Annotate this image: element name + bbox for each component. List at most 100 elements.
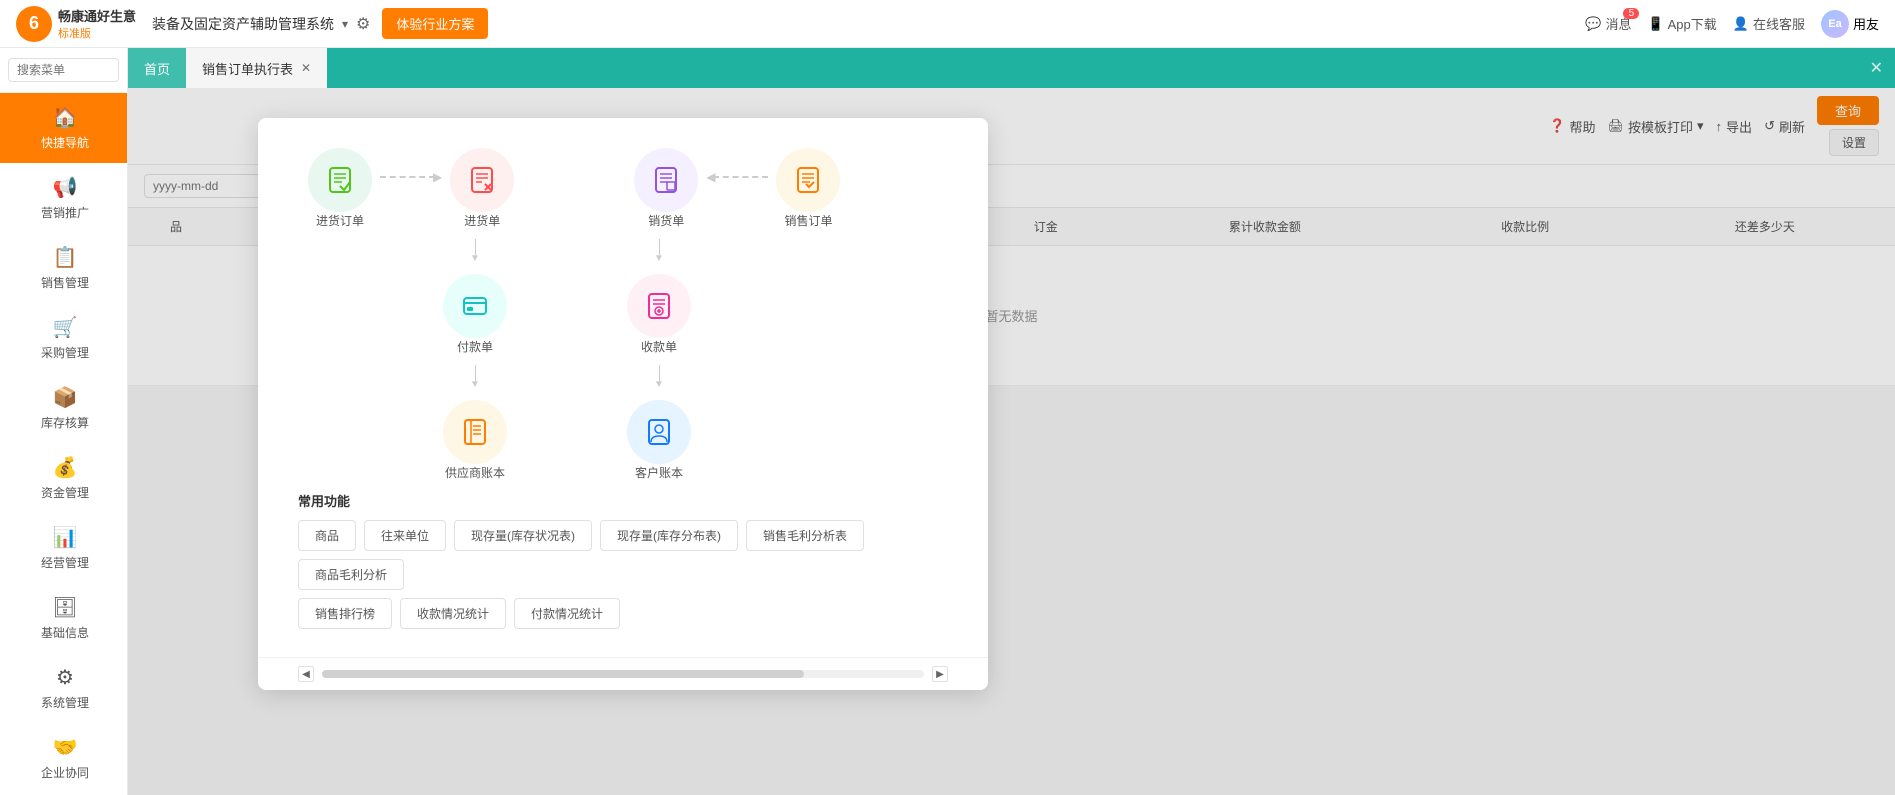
sidebar-item-quick-label: 快捷导航 [41, 134, 89, 151]
sidebar-item-basic[interactable]: 🗄 基础信息 [0, 583, 127, 653]
sales-icon: 📋 [53, 245, 78, 270]
sales-order-icon [776, 148, 840, 212]
sales-bill-icon [634, 148, 698, 212]
payment-label: 付款单 [457, 338, 493, 355]
sidebar-item-system[interactable]: ⚙ 系统管理 [0, 653, 127, 723]
sidebar-item-finance[interactable]: 💰 资金管理 [0, 443, 127, 513]
flow-node-customer-ledger[interactable]: 客户账本 [627, 400, 691, 481]
flow-diagram: 进货订单 ▶ [298, 148, 948, 481]
online-service-label: 在线客服 [1753, 14, 1805, 33]
common-buttons-row2: 销售排行榜 收款情况统计 付款情况统计 [298, 598, 948, 629]
flow-node-payment[interactable]: 付款单 [443, 274, 507, 355]
brand-version: 标准版 [58, 25, 136, 41]
sidebar-item-collab-label: 企业协同 [41, 764, 89, 781]
popup-content: 进货订单 ▶ [258, 118, 988, 657]
popup-scroll: ◀ ▶ [258, 657, 988, 690]
sidebar-item-sales-label: 销售管理 [41, 274, 89, 291]
message-badge: 5 [1623, 8, 1639, 19]
sidebar-item-finance-label: 资金管理 [41, 484, 89, 501]
flow-node-supplier-ledger[interactable]: 供应商账本 [443, 400, 507, 481]
common-btn-product-margin[interactable]: 商品毛利分析 [298, 559, 404, 590]
flow-node-sales-bill[interactable]: 销货单 [634, 148, 698, 229]
common-btn-sales-rank[interactable]: 销售排行榜 [298, 598, 392, 629]
sidebar-item-inventory[interactable]: 📦 库存核算 [0, 373, 127, 443]
sidebar-item-marketing[interactable]: 📢 营销推广 [0, 163, 127, 233]
content-area: 首页 销售订单执行表 ✕ ✕ ❓ 帮助 🖨 按 [128, 48, 1895, 795]
main-content: ❓ 帮助 🖨 按模板打印 ▾ ↑ 导出 ↺ 刷新 [128, 88, 1895, 795]
common-section-title: 常用功能 [298, 491, 948, 510]
common-btn-sales-margin[interactable]: 销售毛利分析表 [746, 520, 864, 551]
sidebar-item-operation-label: 经营管理 [41, 554, 89, 571]
flow-node-sales-order[interactable]: 销售订单 [776, 148, 840, 229]
phone-icon: 📱 [1647, 16, 1663, 32]
online-service-btn[interactable]: 👤 在线客服 [1733, 14, 1805, 33]
logo-area: 6 畅康通好生意 标准版 [16, 6, 136, 42]
sidebar-item-sales[interactable]: 📋 销售管理 [0, 233, 127, 303]
sidebar-item-basic-label: 基础信息 [41, 624, 89, 641]
user-name: 用友 [1853, 14, 1879, 33]
sidebar-item-quick[interactable]: 🏠 快捷导航 [0, 93, 127, 163]
message-btn[interactable]: 💬 消息 5 [1585, 14, 1631, 33]
service-icon: 👤 [1733, 16, 1749, 32]
close-tab-icon[interactable]: ✕ [301, 61, 311, 75]
system-icon: ⚙ [56, 665, 74, 690]
purchase-bill-icon [450, 148, 514, 212]
tab-home-label: 首页 [144, 59, 170, 78]
flow-node-purchase-bill[interactable]: 进货单 [450, 148, 514, 229]
sidebar-item-purchase[interactable]: 🛒 采购管理 [0, 303, 127, 373]
app-download-btn[interactable]: 📱 App下载 [1647, 14, 1716, 33]
message-icon: 💬 [1585, 16, 1601, 32]
common-section: 常用功能 商品 往来单位 现存量(库存状况表) 现存量(库存分布表) 销售毛利分… [298, 491, 948, 629]
logo-icon: 6 [16, 6, 52, 42]
common-btn-product[interactable]: 商品 [298, 520, 356, 551]
common-btn-stock-dist[interactable]: 现存量(库存分布表) [600, 520, 738, 551]
quick-nav-popup: 进货订单 ▶ [258, 118, 988, 690]
supplier-ledger-icon [443, 400, 507, 464]
common-btn-partner[interactable]: 往来单位 [364, 520, 446, 551]
scrollbar-track[interactable] [322, 670, 804, 678]
user-area[interactable]: Ea 用友 [1821, 10, 1879, 38]
avatar: Ea [1821, 10, 1849, 38]
close-all-tabs-btn[interactable]: ✕ [1870, 58, 1883, 78]
app-download-label: App下载 [1668, 14, 1717, 33]
sales-order-label: 销售订单 [784, 212, 832, 229]
flow-node-purchase-order[interactable]: 进货订单 [308, 148, 372, 229]
receipt-label: 收款单 [641, 338, 677, 355]
tab-bar: 首页 销售订单执行表 ✕ ✕ [128, 48, 1895, 88]
common-btn-receipt-stat[interactable]: 收款情况统计 [400, 598, 506, 629]
common-buttons-row1: 商品 往来单位 现存量(库存状况表) 现存量(库存分布表) 销售毛利分析表 商品… [298, 520, 948, 590]
system-dropdown-btn[interactable]: ▾ [342, 17, 348, 31]
basic-icon: 🗄 [52, 595, 77, 620]
scroll-nav: ◀ ▶ [298, 666, 948, 682]
tab-sales-order[interactable]: 销售订单执行表 ✕ [186, 48, 327, 88]
sales-bill-label: 销货单 [648, 212, 684, 229]
operation-icon: 📊 [53, 525, 78, 550]
tab-home[interactable]: 首页 [128, 48, 186, 88]
receipt-icon [627, 274, 691, 338]
scroll-right-btn[interactable]: ▶ [932, 666, 948, 682]
flow-node-receipt[interactable]: 收款单 [627, 274, 691, 355]
common-btn-stock-status[interactable]: 现存量(库存状况表) [454, 520, 592, 551]
marketing-icon: 📢 [53, 175, 78, 200]
purchase-bill-label: 进货单 [464, 212, 500, 229]
search-input[interactable] [8, 58, 119, 82]
purchase-order-icon [308, 148, 372, 212]
experience-btn[interactable]: 体验行业方案 [382, 8, 488, 39]
sidebar-item-marketing-label: 营销推广 [41, 204, 89, 221]
finance-icon: 💰 [53, 455, 78, 480]
system-settings-btn[interactable]: ⚙ [356, 14, 370, 34]
top-right-area: 💬 消息 5 📱 App下载 👤 在线客服 Ea 用友 [1585, 10, 1879, 38]
scroll-left-btn[interactable]: ◀ [298, 666, 314, 682]
brand-name: 畅康通好生意 [58, 6, 136, 25]
tab-sales-order-label: 销售订单执行表 [202, 59, 293, 78]
sidebar-item-operation[interactable]: 📊 经营管理 [0, 513, 127, 583]
customer-ledger-label: 客户账本 [635, 464, 683, 481]
purchase-order-label: 进货订单 [316, 212, 364, 229]
sidebar: 🏠 快捷导航 📢 营销推广 📋 销售管理 🛒 采购管理 📦 库存核算 💰 [0, 48, 128, 795]
quick-icon: 🏠 [53, 105, 78, 130]
logo-text: 畅康通好生意 标准版 [58, 6, 136, 41]
common-btn-payment-stat[interactable]: 付款情况统计 [514, 598, 620, 629]
sidebar-item-inventory-label: 库存核算 [41, 414, 89, 431]
main-area: 🏠 快捷导航 📢 营销推广 📋 销售管理 🛒 采购管理 📦 库存核算 💰 [0, 48, 1895, 795]
sidebar-item-collab[interactable]: 🤝 企业协同 [0, 723, 127, 793]
